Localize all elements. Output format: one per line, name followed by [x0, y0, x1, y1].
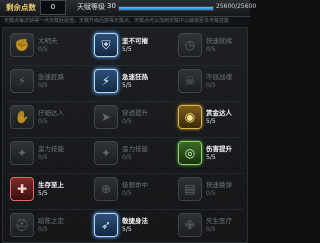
wing-icon[interactable]: ➶ — [94, 213, 118, 237]
talent-item[interactable]: ✦ 蛮力技能 0/5 — [89, 138, 159, 170]
hand-icon[interactable]: ✋ — [10, 105, 34, 129]
talent-row: ✦ 蛮力技能 0/5 ✦ 蛮力技能 0/5 ◎ 伤害提升 5/5 — [3, 138, 249, 174]
talent-name: 赏金达人 — [206, 109, 232, 117]
talent-count: 0/5 — [38, 82, 48, 89]
remaining-points-label: 剩余点数 — [6, 3, 36, 12]
talent-name: 快速换弹 — [206, 181, 232, 189]
talent-count: 0/5 — [206, 46, 216, 53]
talent-level-value: 30 — [107, 2, 116, 10]
talent-name: 大明天 — [38, 37, 58, 45]
talent-count: 0/5 — [122, 190, 132, 197]
talent-count: 0/5 — [122, 118, 132, 125]
talent-count: 0/5 — [38, 226, 48, 233]
talent-item[interactable]: ✙ 先生医疗 0/5 — [173, 210, 243, 242]
boot-icon[interactable]: ⚡ — [10, 69, 34, 93]
crosshair-icon[interactable]: ⊕ — [94, 177, 118, 201]
talent-header: 剩余点数 0 天赋等级 30 25600/25600 — [0, 0, 256, 17]
talent-item[interactable]: ✦ 蛮力技能 0/5 — [5, 138, 75, 170]
talent-count: 0/5 — [38, 118, 48, 125]
talent-item[interactable]: ⚡ 急速赶路 0/5 — [5, 66, 75, 98]
talent-name: 蹈陈之定 — [38, 217, 64, 225]
boot-icon[interactable]: ⚡ — [94, 69, 118, 93]
talent-name: 蛮力技能 — [122, 145, 148, 153]
helmet-icon[interactable]: ⛑ — [10, 213, 34, 237]
talent-count: 5/5 — [122, 46, 132, 53]
talent-item[interactable]: ✊ 大明天 0/5 — [5, 30, 75, 62]
skull-icon[interactable]: ☠ — [178, 69, 202, 93]
talent-grid: ✊ 大明天 0/5 ⛨ 坚不可摧 5/5 ◷ 快速就绪 0/5 ⚡ 急速赶路 0/5 ⚡ 急速狂热 5/5 ☠… — [2, 27, 248, 243]
talent-count: 5/5 — [38, 190, 48, 197]
cross-icon[interactable]: ✚ — [10, 177, 34, 201]
talent-row: ⛑ 蹈陈之定 0/5 ➶ 敬捷身法 5/5 ✙ 先生医疗 0/5 — [3, 210, 249, 243]
talent-count: 0/5 — [206, 190, 216, 197]
talent-item[interactable]: ➤ 穿透提升 0/5 — [89, 102, 159, 134]
exp-text: 25600/25600 — [216, 3, 257, 10]
fist-icon[interactable]: ✊ — [10, 33, 34, 57]
talent-description: 天赋点每次获得一点天赋经验值，天赋升级后获得天赋点，天赋点可以加到天赋中以解锁更… — [0, 17, 250, 26]
talent-name: 坚不可摧 — [122, 37, 148, 45]
talent-count: 5/5 — [206, 118, 216, 125]
talent-name: 蛮力技能 — [38, 145, 64, 153]
talent-item[interactable]: ⛑ 蹈陈之定 0/5 — [5, 210, 75, 242]
talent-count: 0/5 — [122, 154, 132, 161]
muscle-icon[interactable]: ✦ — [10, 141, 34, 165]
talent-item[interactable]: ◎ 伤害提升 5/5 — [173, 138, 243, 170]
talent-item[interactable]: ☠ 不屈战魂 0/5 — [173, 66, 243, 98]
talent-item[interactable]: ◷ 快速就绪 0/5 — [173, 30, 243, 62]
talent-count: 5/5 — [122, 82, 132, 89]
talent-name: 快速就绪 — [206, 37, 232, 45]
coin-icon[interactable]: ◉ — [178, 105, 202, 129]
talent-item[interactable]: ✚ 生存至上 5/5 — [5, 174, 75, 206]
bullet-icon[interactable]: ➤ — [94, 105, 118, 129]
talent-name: 穿透提升 — [122, 109, 148, 117]
talent-item[interactable]: ⚡ 急速狂热 5/5 — [89, 66, 159, 98]
shield-icon[interactable]: ⛨ — [94, 33, 118, 57]
exp-progress-fill — [119, 7, 213, 10]
talent-name: 仔细达人 — [38, 109, 64, 117]
talent-name: 敬捷身法 — [122, 217, 148, 225]
talent-row: ✚ 生存至上 5/5 ⊕ 极限命中 0/5 ▤ 快速换弹 0/5 — [3, 174, 249, 210]
talent-item[interactable]: ⊕ 极限命中 0/5 — [89, 174, 159, 206]
talent-item[interactable]: ◉ 赏金达人 5/5 — [173, 102, 243, 134]
talent-count: 0/5 — [38, 154, 48, 161]
exp-progress-bar — [118, 6, 214, 11]
talent-item[interactable]: ✋ 仔细达人 0/5 — [5, 102, 75, 134]
talent-name: 极限命中 — [122, 181, 148, 189]
muscle-icon[interactable]: ✦ — [94, 141, 118, 165]
talent-name: 急速赶路 — [38, 73, 64, 81]
talent-name: 不屈战魂 — [206, 73, 232, 81]
talent-row: ✋ 仔细达人 0/5 ➤ 穿透提升 0/5 ◉ 赏金达人 5/5 — [3, 102, 249, 138]
talent-count: 5/5 — [206, 154, 216, 161]
clock-icon[interactable]: ◷ — [178, 33, 202, 57]
talent-item[interactable]: ▤ 快速换弹 0/5 — [173, 174, 243, 206]
talent-count: 0/5 — [206, 82, 216, 89]
talent-item[interactable]: ⛨ 坚不可摧 5/5 — [89, 30, 159, 62]
talent-count: 0/5 — [38, 46, 48, 53]
target-icon[interactable]: ◎ — [178, 141, 202, 165]
talent-count: 5/5 — [122, 226, 132, 233]
talent-name: 生存至上 — [38, 181, 64, 189]
talent-name: 伤害提升 — [206, 145, 232, 153]
talent-level-label: 天赋等级 — [77, 3, 105, 11]
talent-count: 0/5 — [206, 226, 216, 233]
remaining-points-value: 0 — [40, 0, 66, 15]
talent-row: ✊ 大明天 0/5 ⛨ 坚不可摧 5/5 ◷ 快速就绪 0/5 — [3, 30, 249, 66]
talent-item[interactable]: ➶ 敬捷身法 5/5 — [89, 210, 159, 242]
medkit-icon[interactable]: ✙ — [178, 213, 202, 237]
talent-name: 先生医疗 — [206, 217, 232, 225]
talent-row: ⚡ 急速赶路 0/5 ⚡ 急速狂热 5/5 ☠ 不屈战魂 0/5 — [3, 66, 249, 102]
talent-name: 急速狂热 — [122, 73, 148, 81]
magazine-icon[interactable]: ▤ — [178, 177, 202, 201]
